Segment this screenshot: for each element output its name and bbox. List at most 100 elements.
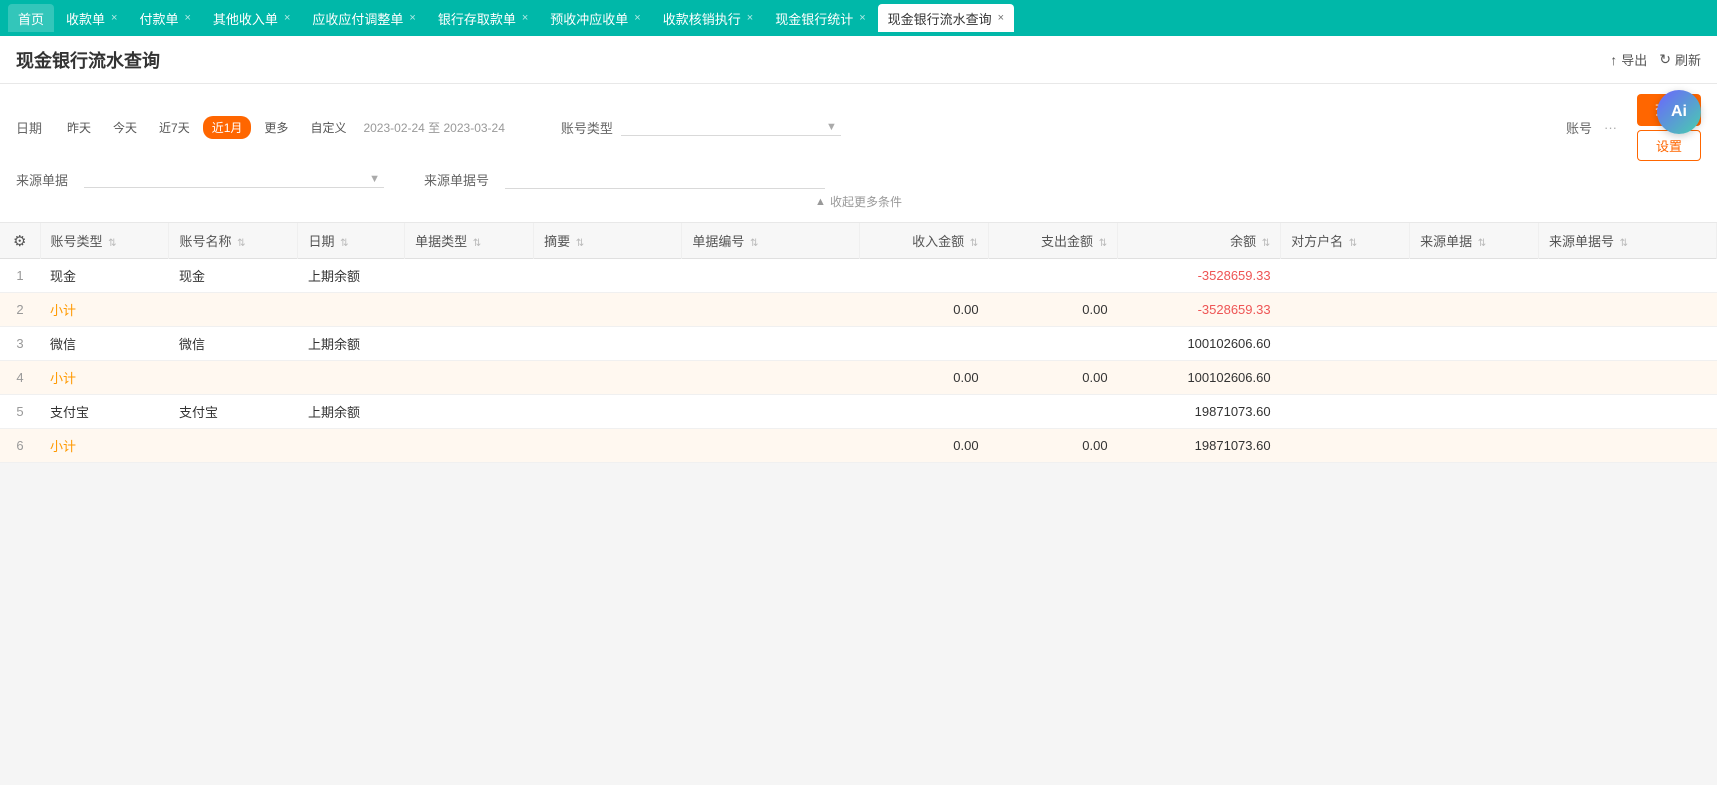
col-account-type[interactable]: 账号类型 ⇅ [40,223,169,259]
close-icon[interactable]: × [747,12,753,24]
cell-source-doc-no [1539,429,1717,463]
nav-tab-qita[interactable]: 其他收入单 × [203,4,300,32]
collapse-bar[interactable]: ▲ 收起更多条件 [16,189,1701,212]
filter-row-1: 日期 昨天 今天 近7天 近1月 更多 自定义 2023-02-24 至 202… [16,94,1701,161]
refresh-label: 刷新 [1675,50,1701,69]
sort-icon: ⇅ [576,238,584,249]
cell-doc-type [405,429,534,463]
cell-doc-type [405,259,534,293]
cell-balance: -3528659.33 [1118,259,1281,293]
col-source-doc[interactable]: 来源单据 ⇅ [1410,223,1539,259]
nav-tab-tiaozheng[interactable]: 应收应付调整单 × [302,4,425,32]
close-icon[interactable]: × [998,12,1004,24]
refresh-icon: ↻ [1659,51,1671,68]
cell-expense [989,259,1118,293]
col-account-name[interactable]: 账号名称 ⇅ [169,223,298,259]
col-source-doc-no[interactable]: 来源单据号 ⇅ [1539,223,1717,259]
account-type-select[interactable]: ▼ [621,119,841,136]
col-summary[interactable]: 摘要 ⇅ [534,223,682,259]
home-label: 首页 [18,9,44,28]
nav-tab-fudan[interactable]: 付款单 × [129,4,200,32]
close-icon[interactable]: × [284,12,290,24]
cell-source-doc-no [1539,259,1717,293]
table-row: 6小计0.000.0019871073.60 [0,429,1717,463]
nav-tab-tongji[interactable]: 现金银行统计 × [765,4,875,32]
close-icon[interactable]: × [409,12,415,24]
collapse-label: 收起更多条件 [830,193,902,210]
date-btn-custom[interactable]: 自定义 [301,116,355,139]
col-account-type-label: 账号类型 [51,234,103,249]
nav-home[interactable]: 首页 [8,4,54,32]
close-icon[interactable]: × [522,12,528,24]
settings-button[interactable]: 设置 [1637,130,1701,161]
col-expense[interactable]: 支出金额 ⇅ [989,223,1118,259]
row-num: 1 [0,259,40,293]
table-row: 1现金现金上期余额-3528659.33 [0,259,1717,293]
col-doc-no[interactable]: 单据编号 ⇅ [682,223,860,259]
cell-doc-type [405,293,534,327]
col-source-doc-no-label: 来源单据号 [1549,234,1614,249]
close-icon[interactable]: × [634,12,640,24]
date-range-display: 2023-02-24 至 2023-03-24 [363,119,504,136]
cell-date: 上期余额 [298,259,405,293]
source-doc-no-label: 来源单据号 [424,170,489,189]
sort-icon: ⇅ [1620,238,1628,249]
cell-account-type: 支付宝 [40,395,169,429]
close-icon[interactable]: × [111,12,117,24]
cell-expense: 0.00 [989,361,1118,395]
date-btn-yesterday[interactable]: 昨天 [58,116,100,139]
cell-source-doc [1410,259,1539,293]
page-header: 现金银行流水查询 ↑ 导出 ↻ 刷新 [0,36,1717,84]
table-header-row: ⚙ 账号类型 ⇅ 账号名称 ⇅ 日期 ⇅ 单据类型 ⇅ [0,223,1717,259]
nav-tab-yinhang[interactable]: 银行存取款单 × [428,4,538,32]
cell-doc-no [682,293,860,327]
sort-icon: ⇅ [750,238,758,249]
cell-source-doc [1410,361,1539,395]
nav-tab-yushou[interactable]: 预收冲应收单 × [540,4,650,32]
export-button[interactable]: ↑ 导出 [1610,50,1647,69]
ai-assistant-button[interactable]: Ai [1657,90,1701,134]
nav-tab-liushui[interactable]: 现金银行流水查询 × [878,4,1014,32]
col-expense-label: 支出金额 [1041,234,1093,249]
sort-icon: ⇅ [473,238,481,249]
account-dots[interactable]: ··· [1600,120,1621,135]
nav-tab-hexiao[interactable]: 收款核销执行 × [653,4,763,32]
close-icon[interactable]: × [184,12,190,24]
date-btn-1month[interactable]: 近1月 [203,116,252,139]
col-date[interactable]: 日期 ⇅ [298,223,405,259]
cell-counterparty [1281,395,1410,429]
col-settings[interactable]: ⚙ [0,223,40,259]
cell-account-type: 小计 [40,361,169,395]
date-btn-today[interactable]: 今天 [104,116,146,139]
cell-source-doc-no [1539,361,1717,395]
cell-source-doc-no [1539,395,1717,429]
cell-source-doc [1410,429,1539,463]
col-counterparty-label: 对方户名 [1291,234,1343,249]
row-num: 3 [0,327,40,361]
col-income[interactable]: 收入金额 ⇅ [860,223,989,259]
nav-tab-shoudan[interactable]: 收款单 × [56,4,127,32]
col-counterparty[interactable]: 对方户名 ⇅ [1281,223,1410,259]
filter-area: 日期 昨天 今天 近7天 近1月 更多 自定义 2023-02-24 至 202… [0,84,1717,223]
date-btn-7days[interactable]: 近7天 [150,116,199,139]
cell-account-type: 小计 [40,293,169,327]
source-doc-no-input[interactable] [505,169,825,189]
cell-account-name: 支付宝 [169,395,298,429]
cell-counterparty [1281,327,1410,361]
cell-doc-type [405,327,534,361]
cell-source-doc-no [1539,293,1717,327]
cell-source-doc-no [1539,327,1717,361]
date-btn-more[interactable]: 更多 [255,116,297,139]
col-balance[interactable]: 余额 ⇅ [1118,223,1281,259]
col-doc-type[interactable]: 单据类型 ⇅ [405,223,534,259]
close-icon[interactable]: × [859,12,865,24]
header-actions: ↑ 导出 ↻ 刷新 [1610,50,1701,69]
col-summary-label: 摘要 [544,234,570,249]
cell-counterparty [1281,293,1410,327]
refresh-button[interactable]: ↻ 刷新 [1659,50,1701,69]
col-date-label: 日期 [308,234,334,249]
filter-row-2: 来源单据 ▼ 来源单据号 [16,169,1701,189]
col-account-name-label: 账号名称 [179,234,231,249]
cell-expense: 0.00 [989,429,1118,463]
source-doc-select[interactable]: ▼ [84,171,384,188]
